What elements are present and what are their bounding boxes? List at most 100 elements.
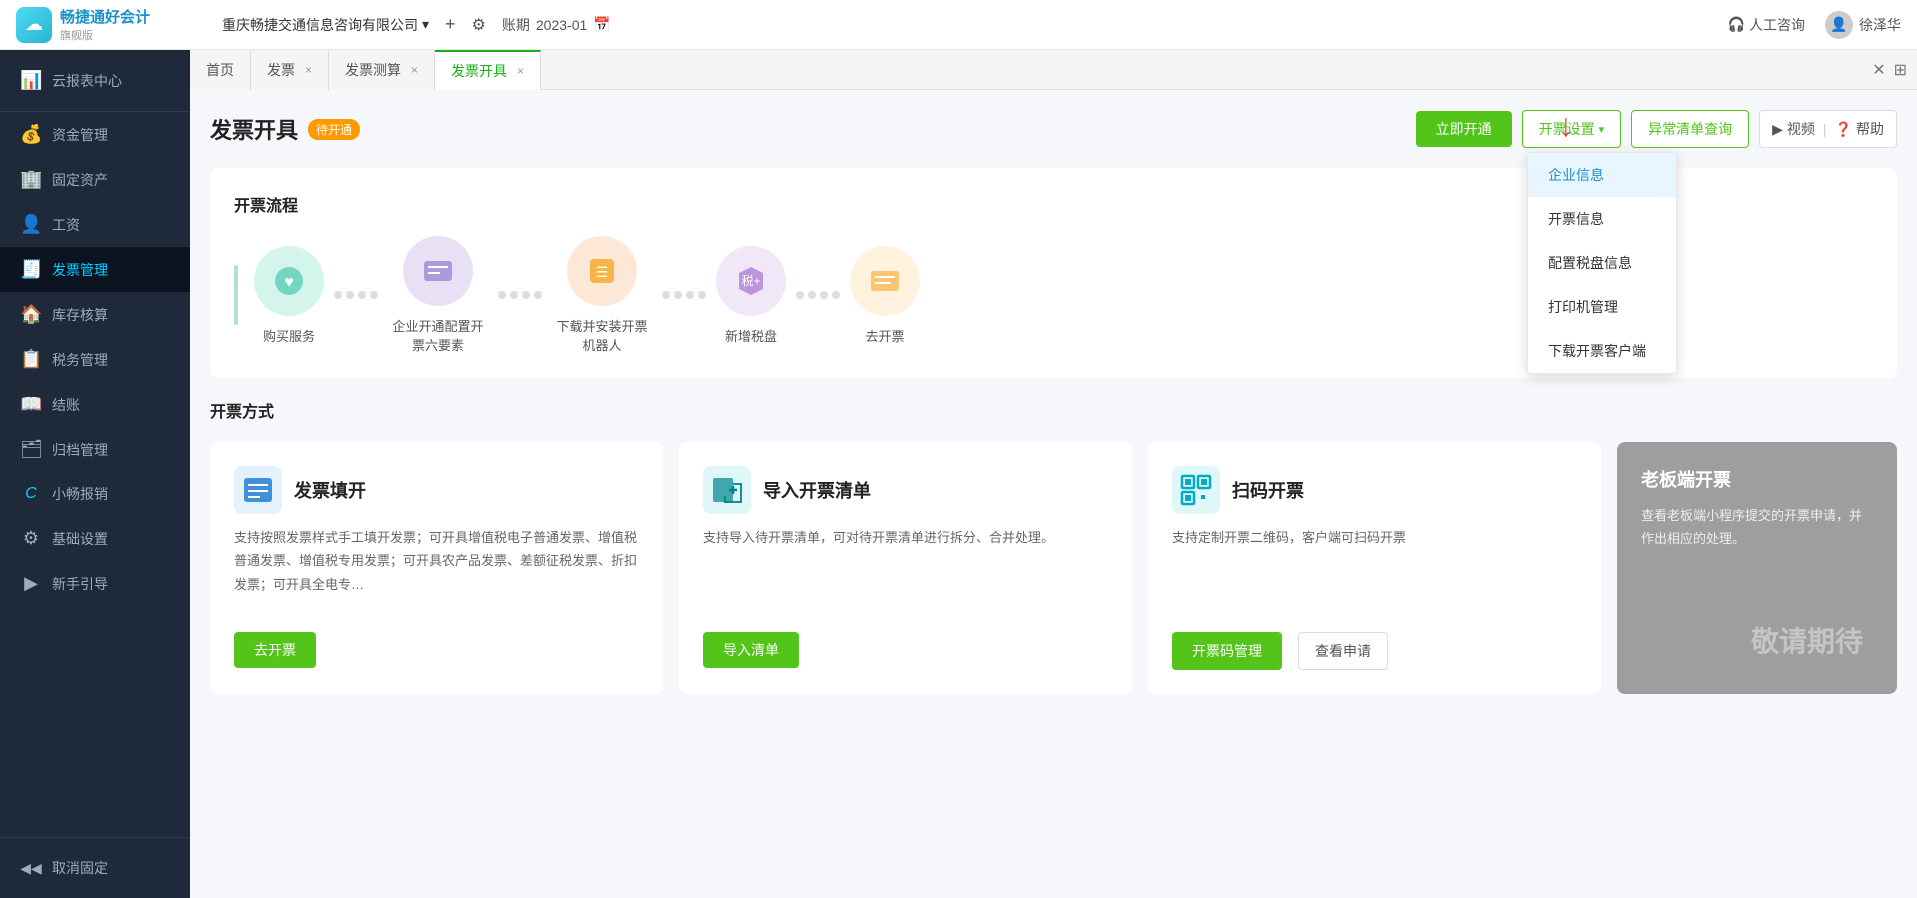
dropdown-item-download-client[interactable]: 下载开票客户端 bbox=[1528, 329, 1676, 373]
flow-item-buy-service: ♥ 购买服务 bbox=[254, 246, 324, 345]
abnormal-list-button[interactable]: 异常清单查询 bbox=[1631, 110, 1749, 148]
method-card-manual-fill: 发票填开 支持按照发票样式手工填开发票；可开具增值税电子普通发票、增值税普通发票… bbox=[210, 442, 663, 694]
config-icon bbox=[403, 236, 473, 306]
sidebar-item-invoice-mgmt[interactable]: 🧾 发票管理 bbox=[0, 247, 190, 292]
sidebar-item-tax-mgmt[interactable]: 📋 税务管理 bbox=[0, 337, 190, 382]
calendar-icon[interactable]: 📅 bbox=[593, 16, 610, 33]
play-icon: ▶ bbox=[1772, 121, 1783, 138]
sidebar-item-label: 云报表中心 bbox=[52, 71, 122, 91]
sidebar-item-inventory[interactable]: 🏠 库存核算 bbox=[0, 292, 190, 337]
tab-invoice-calc[interactable]: 发票测算 × bbox=[329, 50, 435, 90]
manual-fill-go-button[interactable]: 去开票 bbox=[234, 632, 316, 668]
cloud-report-icon: 📊 bbox=[20, 70, 42, 91]
tab-invoice-open-close[interactable]: × bbox=[517, 64, 524, 78]
dropdown-item-tax-disk-info[interactable]: 配置税盘信息 bbox=[1528, 241, 1676, 285]
flow-item-label: 企业开通配置开票六要素 bbox=[388, 316, 488, 354]
user-avatar: 👤 bbox=[1825, 11, 1853, 39]
manual-fill-desc: 支持按照发票样式手工填开发票；可开具增值税电子普通发票、增值税普通发票、增值税专… bbox=[234, 526, 639, 616]
boss-invoice-overlay: 敬请期待 bbox=[1751, 620, 1863, 660]
period-value: 2023-01 bbox=[536, 17, 587, 33]
sidebar-item-fund-mgmt[interactable]: 💰 资金管理 bbox=[0, 112, 190, 157]
sidebar-item-cloud-report[interactable]: 📊 云报表中心 bbox=[0, 58, 190, 103]
flow-connector-2 bbox=[488, 291, 552, 299]
settlement-icon: 📖 bbox=[20, 394, 42, 415]
boss-invoice-title: 老板端开票 bbox=[1641, 466, 1873, 492]
flow-connector-1 bbox=[324, 291, 388, 299]
sidebar-item-cancel-fixed[interactable]: ◀◀ 取消固定 bbox=[0, 846, 190, 890]
tab-home-label: 首页 bbox=[206, 60, 234, 80]
page-title: 发票开具 bbox=[210, 113, 298, 145]
tab-invoice-close[interactable]: × bbox=[305, 63, 312, 77]
flow-item-label: 购买服务 bbox=[263, 326, 315, 345]
tab-invoice-open-label: 发票开具 bbox=[451, 61, 507, 81]
help-label: 帮助 bbox=[1856, 119, 1884, 139]
sidebar-item-label: 结账 bbox=[52, 395, 80, 415]
sidebar-item-label: 库存核算 bbox=[52, 305, 108, 325]
flow-item-go-invoice: 去开票 bbox=[850, 246, 920, 345]
company-name-text: 重庆畅捷交通信息咨询有限公司 bbox=[222, 15, 418, 35]
tab-home[interactable]: 首页 bbox=[190, 50, 251, 90]
scan-code-view-button[interactable]: 查看申请 bbox=[1298, 632, 1388, 670]
support-button[interactable]: 🎧 人工咨询 bbox=[1728, 15, 1805, 35]
tab-invoice-calc-close[interactable]: × bbox=[411, 63, 418, 77]
tab-maximize-button[interactable]: ⊞ bbox=[1894, 60, 1907, 80]
chevron-down-icon: ▾ bbox=[1599, 123, 1605, 136]
scan-code-manage-button[interactable]: 开票码管理 bbox=[1172, 632, 1282, 670]
method-section-title: 开票方式 bbox=[210, 398, 1897, 422]
add-icon[interactable]: + bbox=[445, 14, 456, 35]
user-area[interactable]: 👤 徐泽华 bbox=[1825, 11, 1901, 39]
activate-button[interactable]: 立即开通 bbox=[1416, 111, 1512, 147]
method-card-import-list: 导入开票清单 支持导入待开票清单，可对待开票清单进行拆分、合并处理。 导入清单 bbox=[679, 442, 1132, 694]
sidebar-item-label: 小畅报销 bbox=[52, 484, 108, 504]
sidebar-item-label: 新手引导 bbox=[52, 574, 108, 594]
sidebar-item-salary[interactable]: 👤 工资 bbox=[0, 202, 190, 247]
tab-close-button[interactable]: ✕ bbox=[1872, 60, 1885, 80]
sidebar-item-label: 税务管理 bbox=[52, 350, 108, 370]
tab-invoice-open[interactable]: 发票开具 × bbox=[435, 50, 541, 90]
cancel-fixed-icon: ◀◀ bbox=[20, 860, 42, 877]
sidebar-item-settlement[interactable]: 📖 结账 bbox=[0, 382, 190, 427]
headset-icon: 🎧 bbox=[1728, 16, 1745, 33]
method-card-boss-invoice: 老板端开票 查看老板端小程序提交的开票申请，并作出相应的处理。 敬请期待 bbox=[1617, 442, 1897, 694]
svg-text:税+: 税+ bbox=[741, 274, 760, 288]
scan-code-icon bbox=[1172, 466, 1220, 514]
tab-invoice-label: 发票 bbox=[267, 60, 295, 80]
fixed-assets-icon: 🏢 bbox=[20, 169, 42, 190]
help-icon: ❓ bbox=[1835, 121, 1852, 138]
dropdown-item-printer-mgmt[interactable]: 打印机管理 bbox=[1528, 285, 1676, 329]
app-logo-title: 畅捷通好会计 bbox=[60, 6, 150, 27]
sidebar-item-basic-settings[interactable]: ⚙ 基础设置 bbox=[0, 516, 190, 561]
video-button[interactable]: ▶ 视频 | ❓ 帮助 bbox=[1759, 110, 1897, 148]
new-guide-icon: ▶ bbox=[20, 573, 42, 594]
sidebar-item-new-guide[interactable]: ▶ 新手引导 bbox=[0, 561, 190, 606]
method-section: 开票方式 发票填开 支持按照发票样式手工填开发票；可开具增值税电子普通发票、增值… bbox=[210, 398, 1897, 694]
sidebar-item-report-sales[interactable]: C 小畅报销 bbox=[0, 472, 190, 516]
flow-item-label: 新增税盘 bbox=[725, 326, 777, 345]
manual-fill-title: 发票填开 bbox=[294, 477, 366, 503]
download-icon: ☰ bbox=[567, 236, 637, 306]
method-card-scan-code: 扫码开票 支持定制开票二维码，客户端可扫码开票 开票码管理 查看申请 bbox=[1148, 442, 1601, 694]
import-list-desc: 支持导入待开票清单，可对待开票清单进行拆分、合并处理。 bbox=[703, 526, 1108, 616]
sidebar-item-archive[interactable]: 🗂 归档管理 bbox=[0, 427, 190, 472]
import-list-title: 导入开票清单 bbox=[763, 477, 871, 503]
flow-connector-4 bbox=[786, 291, 850, 299]
tab-invoice[interactable]: 发票 × bbox=[251, 50, 329, 90]
manual-fill-icon bbox=[234, 466, 282, 514]
sidebar-item-fixed-assets[interactable]: 🏢 固定资产 bbox=[0, 157, 190, 202]
dropdown-item-invoice-info[interactable]: 开票信息 bbox=[1528, 197, 1676, 241]
flow-item-download: ☰ 下载并安装开票机器人 bbox=[552, 236, 652, 354]
sidebar-item-label: 基础设置 bbox=[52, 529, 108, 549]
user-name: 徐泽华 bbox=[1859, 15, 1901, 35]
flow-item-config: 企业开通配置开票六要素 bbox=[388, 236, 488, 354]
tax-icon: 📋 bbox=[20, 349, 42, 370]
sidebar-item-label: 取消固定 bbox=[52, 858, 108, 878]
dropdown-item-company-info[interactable]: 企业信息 bbox=[1528, 153, 1676, 197]
company-selector[interactable]: 重庆畅捷交通信息咨询有限公司 ▾ bbox=[222, 15, 429, 35]
archive-icon: 🗂 bbox=[20, 439, 42, 460]
tax-disk-icon: 税+ bbox=[716, 246, 786, 316]
avatar-icon: 👤 bbox=[1830, 16, 1847, 33]
settings-gear-icon[interactable]: ⚙ bbox=[472, 15, 486, 35]
import-list-button[interactable]: 导入清单 bbox=[703, 632, 799, 668]
scan-code-desc: 支持定制开票二维码，客户端可扫码开票 bbox=[1172, 526, 1577, 616]
report-sales-icon: C bbox=[20, 485, 42, 503]
